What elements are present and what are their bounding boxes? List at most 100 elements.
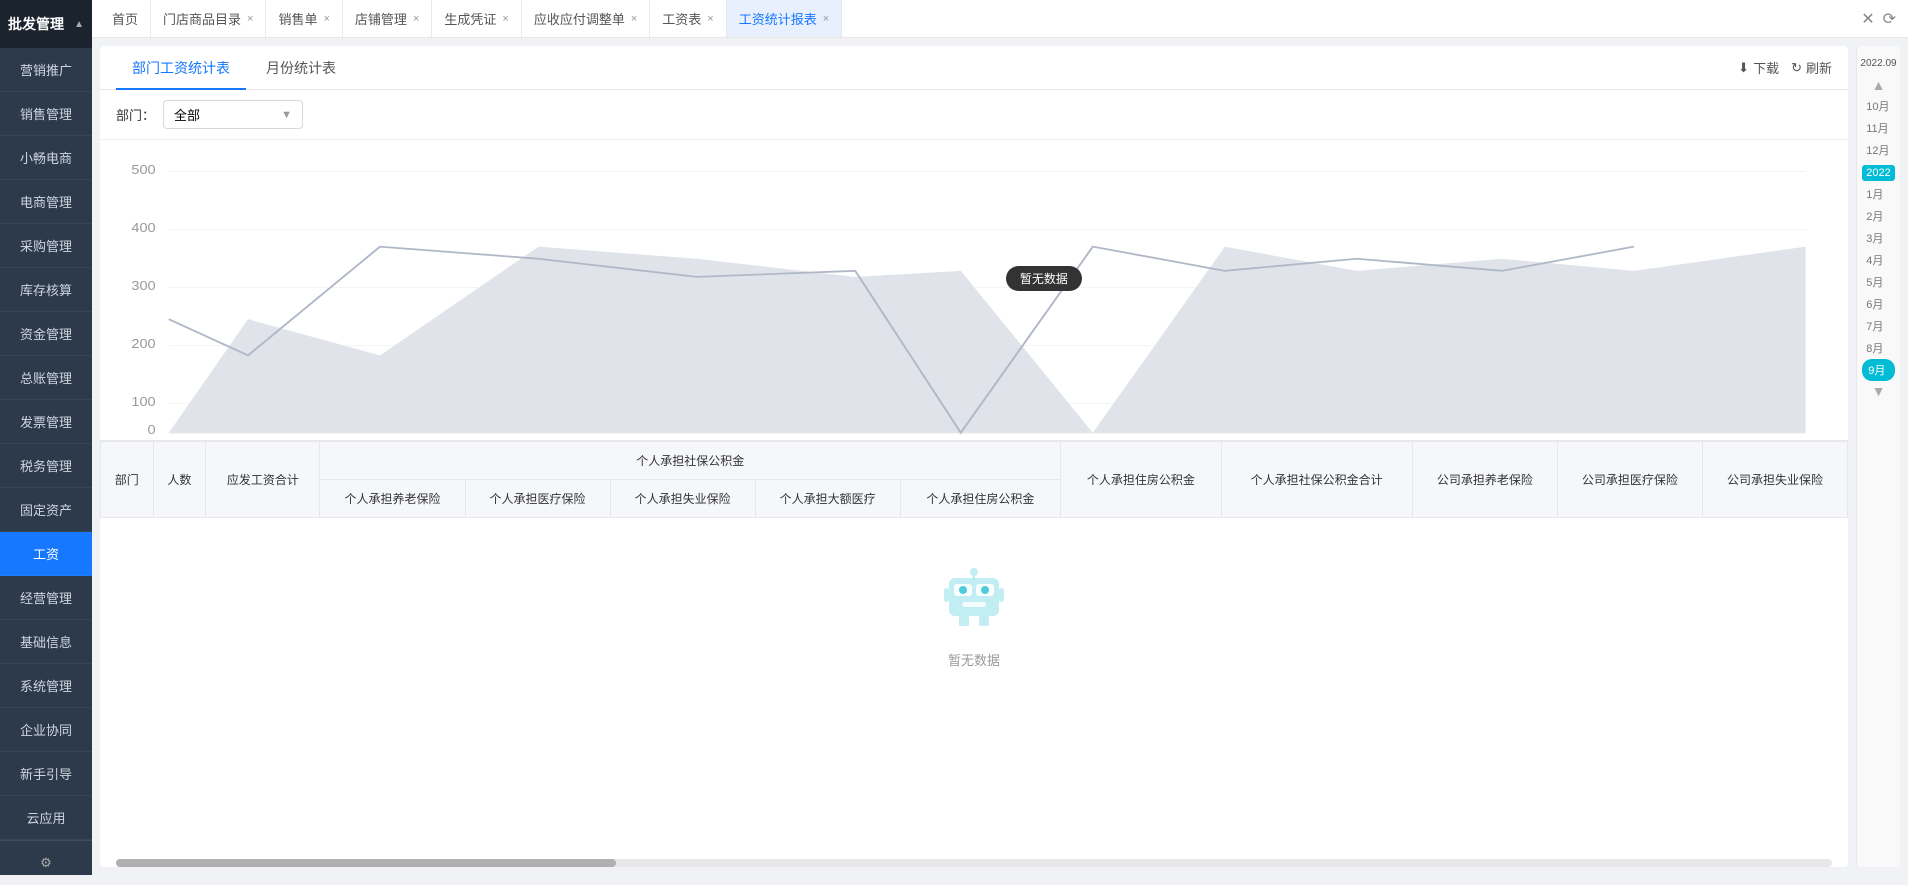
col-personal-total: 个人承担住房公积金 [1061,442,1221,518]
timeline-month-6月[interactable]: 6月 [1862,293,1894,315]
timeline-nav-up[interactable]: ▲ [1870,75,1888,95]
tab-refresh-icon[interactable]: ⟳ [1883,9,1896,29]
timeline-month-9月[interactable]: 9月 [1862,359,1894,381]
main-area: 首页门店商品目录×销售单×店铺管理×生成凭证×应收应付调整单×工资表×工资统计报… [92,0,1908,875]
download-label: 下载 [1753,58,1779,77]
col-personal-major-medical: 个人承担大额医疗 [755,480,900,518]
chevron-down-icon: ▼ [281,109,292,121]
sub-tab-月份统计表[interactable]: 月份统计表 [250,46,352,90]
chart-svg: 500 400 300 200 100 0 [116,150,1832,440]
timeline-month-5月[interactable]: 5月 [1862,271,1894,293]
refresh-icon: ↻ [1791,60,1802,76]
table-section[interactable]: 部门 人数 应发工资合计 个人承担社保公积金 个人承担住房公积金 个人承担社保公… [100,440,1848,859]
empty-state: 暂无数据 [100,518,1848,709]
col-company-pension: 个人承担社保公积金合计 [1221,442,1412,518]
tab-生成凭证[interactable]: 生成凭证× [432,0,521,38]
scrollbar-thumb[interactable] [116,859,616,867]
timeline-year-2022[interactable]: 2022 [1862,165,1894,181]
horizontal-scrollbar[interactable] [116,859,1832,867]
timeline-month-1月[interactable]: 1月 [1862,183,1894,205]
col-personal-unemployment: 个人承担失业保险 [610,480,755,518]
col-company-medical: 公司承担养老保险 [1412,442,1557,518]
sidebar-settings-button[interactable]: ⚙ [0,840,92,885]
col-personal-medical: 个人承担医疗保险 [465,480,610,518]
sidebar-item-营销推广[interactable]: 营销推广 [0,48,92,92]
timeline-month-7月[interactable]: 7月 [1862,315,1894,337]
tab-工资统计报表[interactable]: 工资统计报表× [727,0,842,38]
timeline-items: 10月11月12月 2022 1月2月3月4月5月6月7月8月9月 [1862,95,1894,381]
sidebar-item-新手引导[interactable]: 新手引导 [0,752,92,796]
tab-close-应收应付调整单[interactable]: × [631,13,637,25]
tab-items: 首页门店商品目录×销售单×店铺管理×生成凭证×应收应付调整单×工资表×工资统计报… [100,0,842,38]
sidebar-item-电商管理[interactable]: 电商管理 [0,180,92,224]
refresh-button[interactable]: ↻ 刷新 [1791,58,1832,77]
sidebar-collapse-icon[interactable]: ▲ [74,19,84,30]
col-company-other: 公司承担失业保险 [1702,442,1847,518]
sidebar-item-基础信息[interactable]: 基础信息 [0,620,92,664]
timeline-month-10月[interactable]: 10月 [1862,95,1894,117]
timeline-month-12月[interactable]: 12月 [1862,139,1894,161]
tab-close-生成凭证[interactable]: × [502,13,508,25]
sidebar-item-系统管理[interactable]: 系统管理 [0,664,92,708]
sidebar-item-企业协同[interactable]: 企业协同 [0,708,92,752]
tab-close-工资统计报表[interactable]: × [823,13,829,25]
sidebar-item-小畅电商[interactable]: 小畅电商 [0,136,92,180]
timeline-month-8月[interactable]: 8月 [1862,337,1894,359]
tab-bar-end: ✕ ⟳ [1853,9,1900,29]
timeline-year-label: 2022.09 [1856,56,1900,71]
svg-text:0: 0 [148,422,156,437]
sidebar-item-云应用[interactable]: 云应用 [0,796,92,840]
tab-close-all-icon[interactable]: ✕ [1861,9,1874,29]
tab-门店商品目录[interactable]: 门店商品目录× [151,0,266,38]
svg-text:300: 300 [131,278,155,293]
sidebar-item-发票管理[interactable]: 发票管理 [0,400,92,444]
sub-tab-actions: ⬇ 下载 ↻ 刷新 [1738,58,1832,77]
col-group-personal: 个人承担社保公积金 [320,442,1061,480]
svg-text:200: 200 [131,336,155,351]
tab-销售单[interactable]: 销售单× [266,0,342,38]
sidebar-item-采购管理[interactable]: 采购管理 [0,224,92,268]
filter-row: 部门： 全部 ▼ [100,90,1848,140]
tab-close-工资表[interactable]: × [707,13,713,25]
empty-text: 暂无数据 [948,650,1000,669]
col-company-unemployment: 公司承担医疗保险 [1557,442,1702,518]
sidebar-items: 营销推广销售管理小畅电商电商管理采购管理库存核算资金管理总账管理发票管理税务管理… [0,48,92,840]
sidebar-item-资金管理[interactable]: 资金管理 [0,312,92,356]
tab-店铺管理[interactable]: 店铺管理× [343,0,432,38]
settings-icon: ⚙ [40,855,52,870]
tab-工资表[interactable]: 工资表× [650,0,726,38]
timeline-month-11月[interactable]: 11月 [1862,117,1894,139]
tab-close-销售单[interactable]: × [323,13,329,25]
sidebar: 批发管理 ▲ 营销推广销售管理小畅电商电商管理采购管理库存核算资金管理总账管理发… [0,0,92,875]
tab-首页[interactable]: 首页 [100,0,151,38]
sidebar-item-固定资产[interactable]: 固定资产 [0,488,92,532]
page-main: 部门工资统计表月份统计表 ⬇ 下载 ↻ 刷新 部门： 全部 ▼ [100,46,1848,867]
sidebar-item-经营管理[interactable]: 经营管理 [0,576,92,620]
tab-close-店铺管理[interactable]: × [413,13,419,25]
department-select[interactable]: 全部 ▼ [163,100,303,129]
sub-tab-部门工资统计表[interactable]: 部门工资统计表 [116,46,246,90]
refresh-label: 刷新 [1806,58,1832,77]
svg-text:400: 400 [131,220,155,235]
timeline-month-2月[interactable]: 2月 [1862,205,1894,227]
timeline-month-4月[interactable]: 4月 [1862,249,1894,271]
tab-bar: 首页门店商品目录×销售单×店铺管理×生成凭证×应收应付调整单×工资表×工资统计报… [92,0,1908,38]
col-personal-housing: 个人承担住房公积金 [900,480,1060,518]
data-table: 部门 人数 应发工资合计 个人承担社保公积金 个人承担住房公积金 个人承担社保公… [100,441,1848,518]
sidebar-item-库存核算[interactable]: 库存核算 [0,268,92,312]
department-select-value: 全部 [174,105,200,124]
download-button[interactable]: ⬇ 下载 [1738,58,1779,77]
sidebar-header[interactable]: 批发管理 ▲ [0,0,92,48]
tab-close-门店商品目录[interactable]: × [247,13,253,25]
timeline-nav-down[interactable]: ▼ [1870,381,1888,401]
sidebar-item-税务管理[interactable]: 税务管理 [0,444,92,488]
sidebar-item-总账管理[interactable]: 总账管理 [0,356,92,400]
col-headcount: 人数 [153,442,206,518]
sidebar-item-工资[interactable]: 工资 [0,532,92,576]
svg-text:100: 100 [131,394,155,409]
col-salary-total: 应发工资合计 [206,442,320,518]
tab-应收应付调整单[interactable]: 应收应付调整单× [522,0,650,38]
content-area: 部门工资统计表月份统计表 ⬇ 下载 ↻ 刷新 部门： 全部 ▼ [92,38,1908,875]
sidebar-item-销售管理[interactable]: 销售管理 [0,92,92,136]
timeline-month-3月[interactable]: 3月 [1862,227,1894,249]
